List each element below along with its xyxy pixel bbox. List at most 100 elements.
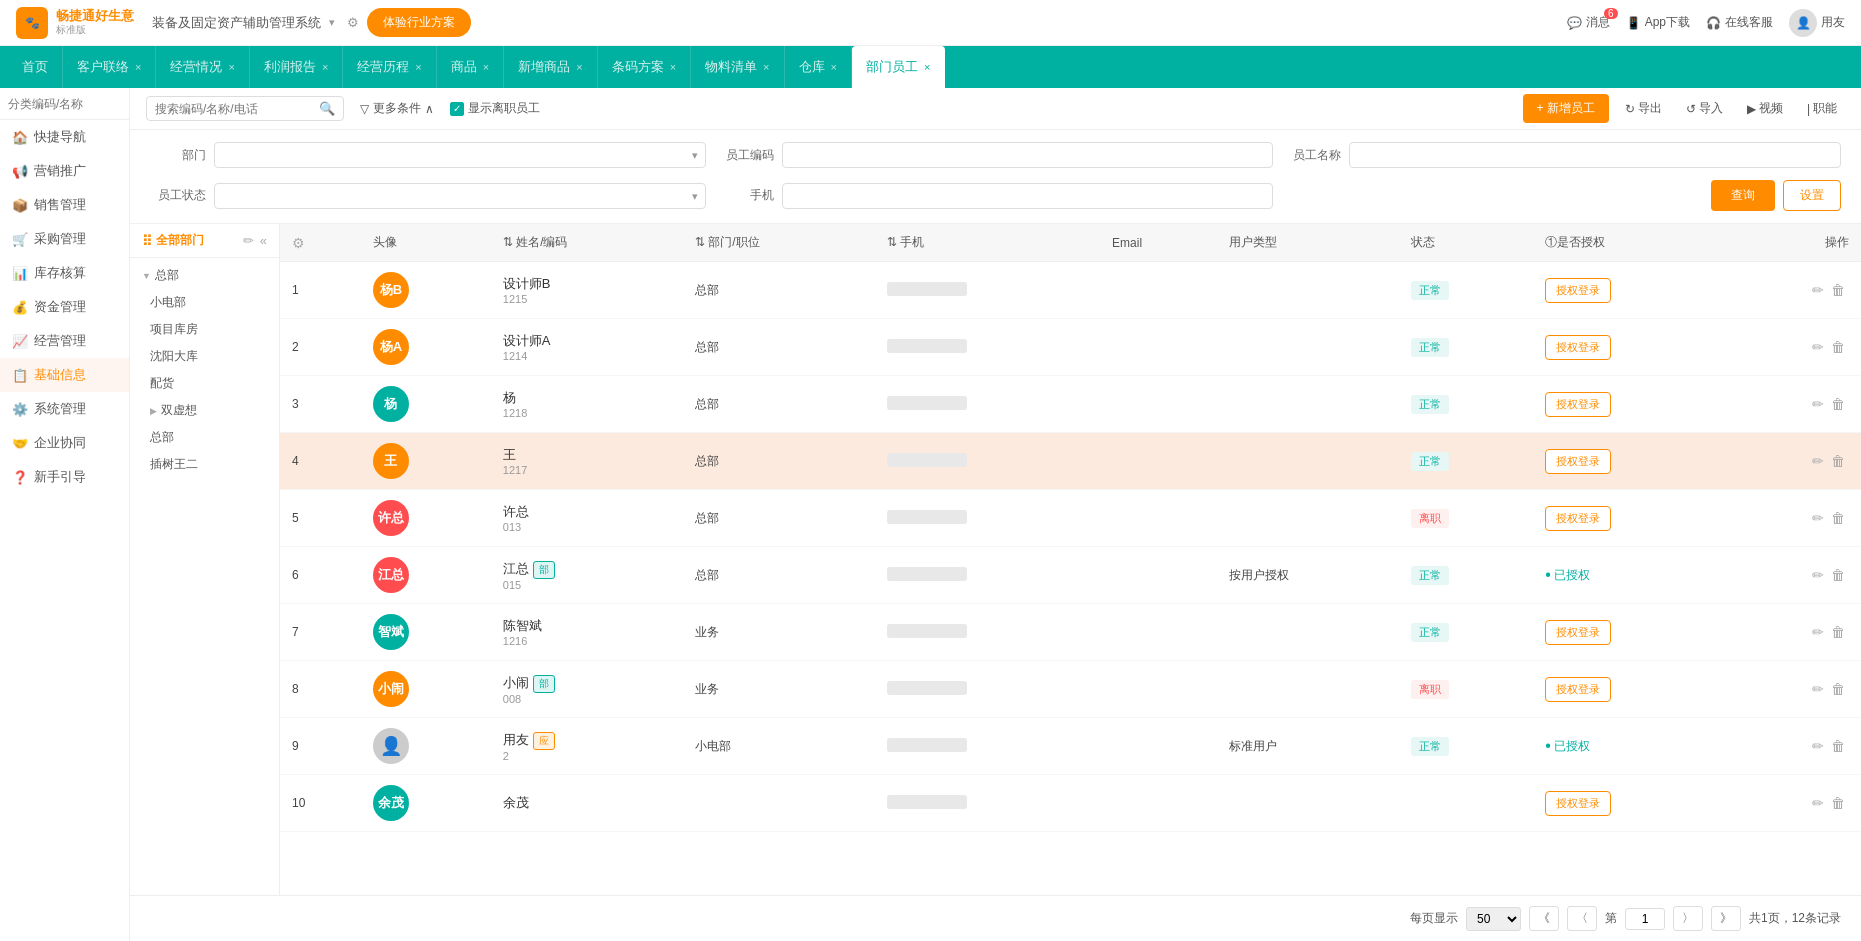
delete-btn[interactable]: 🗑 (1831, 453, 1845, 469)
query-button[interactable]: 查询 (1711, 180, 1775, 211)
set-button[interactable]: 设置 (1783, 180, 1841, 211)
user-area[interactable]: 👤 用友 (1789, 9, 1845, 37)
online-service-btn[interactable]: 🎧 在线客服 (1706, 14, 1773, 31)
per-page-select[interactable]: 50 20 100 (1466, 907, 1521, 931)
close-warehouse-tab[interactable]: × (831, 61, 837, 73)
tab-profit[interactable]: 利润报告 × (250, 46, 343, 88)
dept-select[interactable] (214, 142, 706, 168)
edit-btn[interactable]: ✏ (1812, 510, 1824, 526)
close-dept-staff-tab[interactable]: × (924, 61, 930, 73)
tree-item-chawang[interactable]: 插树王二 (130, 451, 279, 478)
emp-status-select[interactable] (214, 183, 706, 209)
tab-dept-staff[interactable]: 部门员工 × (852, 46, 945, 88)
auth-login-btn[interactable]: 授权登录 (1545, 278, 1611, 303)
sidebar-item-inventory[interactable]: 📊 库存核算 (0, 256, 129, 290)
sidebar-item-collab[interactable]: 🤝 企业协同 (0, 426, 129, 460)
phone-input[interactable] (782, 183, 1274, 209)
emp-name-input[interactable] (1349, 142, 1841, 168)
sidebar-search-input[interactable] (8, 97, 130, 111)
delete-btn[interactable]: 🗑 (1831, 681, 1845, 697)
tree-item-shuangxu[interactable]: ▶ 双虚想 (130, 397, 279, 424)
more-filter-btn[interactable]: ▽ 更多条件 ∧ (360, 100, 434, 117)
tab-operations[interactable]: 经营情况 × (156, 46, 249, 88)
close-goods-tab[interactable]: × (483, 61, 489, 73)
auth-login-btn[interactable]: 授权登录 (1545, 335, 1611, 360)
col-phone[interactable]: ⇅ 手机 (875, 224, 1100, 262)
delete-btn[interactable]: 🗑 (1831, 282, 1845, 298)
prev-page-btn[interactable]: 〈 (1567, 906, 1597, 931)
tab-customer[interactable]: 客户联络 × (63, 46, 156, 88)
edit-btn[interactable]: ✏ (1812, 396, 1824, 412)
close-profit-tab[interactable]: × (322, 61, 328, 73)
delete-btn[interactable]: 🗑 (1831, 510, 1845, 526)
tab-home[interactable]: 首页 (8, 46, 63, 88)
sidebar-item-purchase[interactable]: 🛒 采购管理 (0, 222, 129, 256)
sys-gear-icon[interactable]: ⚙ (347, 15, 359, 30)
tree-item-zongbu2[interactable]: 总部 (130, 424, 279, 451)
edit-btn[interactable]: ✏ (1812, 567, 1824, 583)
tree-item-xiaodian[interactable]: 小电部 (130, 289, 279, 316)
export-btn[interactable]: ↻ 导出 (1617, 96, 1670, 121)
delete-btn[interactable]: 🗑 (1831, 567, 1845, 583)
auth-login-btn[interactable]: 授权登录 (1545, 506, 1611, 531)
add-employee-button[interactable]: + 新增员工 (1523, 94, 1609, 123)
delete-btn[interactable]: 🗑 (1831, 339, 1845, 355)
first-page-btn[interactable]: 《 (1529, 906, 1559, 931)
sidebar-item-finance[interactable]: 💰 资金管理 (0, 290, 129, 324)
tree-item-project[interactable]: 项目库房 (130, 316, 279, 343)
sidebar-item-basic[interactable]: 📋 基础信息 (0, 358, 129, 392)
edit-dept-icon[interactable]: ✏ (243, 233, 254, 248)
delete-btn[interactable]: 🗑 (1831, 738, 1845, 754)
close-customer-tab[interactable]: × (135, 61, 141, 73)
auth-login-btn[interactable]: 授权登录 (1545, 392, 1611, 417)
more-btn[interactable]: | 职能 (1799, 96, 1845, 121)
tab-new-goods[interactable]: 新增商品 × (504, 46, 597, 88)
delete-btn[interactable]: 🗑 (1831, 624, 1845, 640)
edit-btn[interactable]: ✏ (1812, 624, 1824, 640)
tab-barcode[interactable]: 条码方案 × (598, 46, 691, 88)
close-barcode-tab[interactable]: × (670, 61, 676, 73)
tree-item-shenyang[interactable]: 沈阳大库 (130, 343, 279, 370)
table-settings-icon[interactable]: ⚙ (292, 235, 305, 251)
trial-button[interactable]: 体验行业方案 (367, 8, 471, 37)
close-new-goods-tab[interactable]: × (576, 61, 582, 73)
top-search-input[interactable] (155, 102, 315, 116)
last-page-btn[interactable]: 》 (1711, 906, 1741, 931)
tab-goods[interactable]: 商品 × (437, 46, 504, 88)
col-name-code[interactable]: ⇅ 姓名/编码 (491, 224, 683, 262)
tab-bom[interactable]: 物料清单 × (691, 46, 784, 88)
tree-item-peihuo[interactable]: 配货 (130, 370, 279, 397)
app-download-btn[interactable]: 📱 App下载 (1626, 14, 1690, 31)
tree-item-zongbu[interactable]: ▼ 总部 (130, 262, 279, 289)
sidebar-item-system[interactable]: ⚙️ 系统管理 (0, 392, 129, 426)
sys-dropdown-icon[interactable]: ▾ (329, 16, 335, 29)
close-bom-tab[interactable]: × (763, 61, 769, 73)
sidebar-item-sales[interactable]: 📦 销售管理 (0, 188, 129, 222)
edit-btn[interactable]: ✏ (1812, 453, 1824, 469)
tab-warehouse[interactable]: 仓库 × (785, 46, 852, 88)
auth-login-btn[interactable]: 授权登录 (1545, 620, 1611, 645)
close-history-tab[interactable]: × (415, 61, 421, 73)
auth-login-btn[interactable]: 授权登录 (1545, 449, 1611, 474)
auth-login-btn[interactable]: 授权登录 (1545, 791, 1611, 816)
edit-btn[interactable]: ✏ (1812, 738, 1824, 754)
edit-btn[interactable]: ✏ (1812, 282, 1824, 298)
sidebar-item-operations[interactable]: 📈 经营管理 (0, 324, 129, 358)
auth-login-btn[interactable]: 授权登录 (1545, 677, 1611, 702)
delete-btn[interactable]: 🗑 (1831, 795, 1845, 811)
sidebar-item-guide[interactable]: ❓ 新手引导 (0, 460, 129, 494)
collapse-panel-icon[interactable]: « (260, 233, 267, 248)
tab-history[interactable]: 经营历程 × (343, 46, 436, 88)
edit-btn[interactable]: ✏ (1812, 681, 1824, 697)
import-btn[interactable]: ↺ 导入 (1678, 96, 1731, 121)
emp-code-input[interactable] (782, 142, 1274, 168)
edit-btn[interactable]: ✏ (1812, 339, 1824, 355)
view-btn[interactable]: ▶ 视频 (1739, 96, 1791, 121)
message-btn[interactable]: 💬 消息 6 (1567, 14, 1610, 31)
page-number-input[interactable] (1625, 908, 1665, 930)
show-resigned-checkbox[interactable] (450, 102, 464, 116)
sidebar-item-marketing[interactable]: 📢 营销推广 (0, 154, 129, 188)
close-operations-tab[interactable]: × (228, 61, 234, 73)
sidebar-item-nav[interactable]: 🏠 快捷导航 (0, 120, 129, 154)
edit-btn[interactable]: ✏ (1812, 795, 1824, 811)
